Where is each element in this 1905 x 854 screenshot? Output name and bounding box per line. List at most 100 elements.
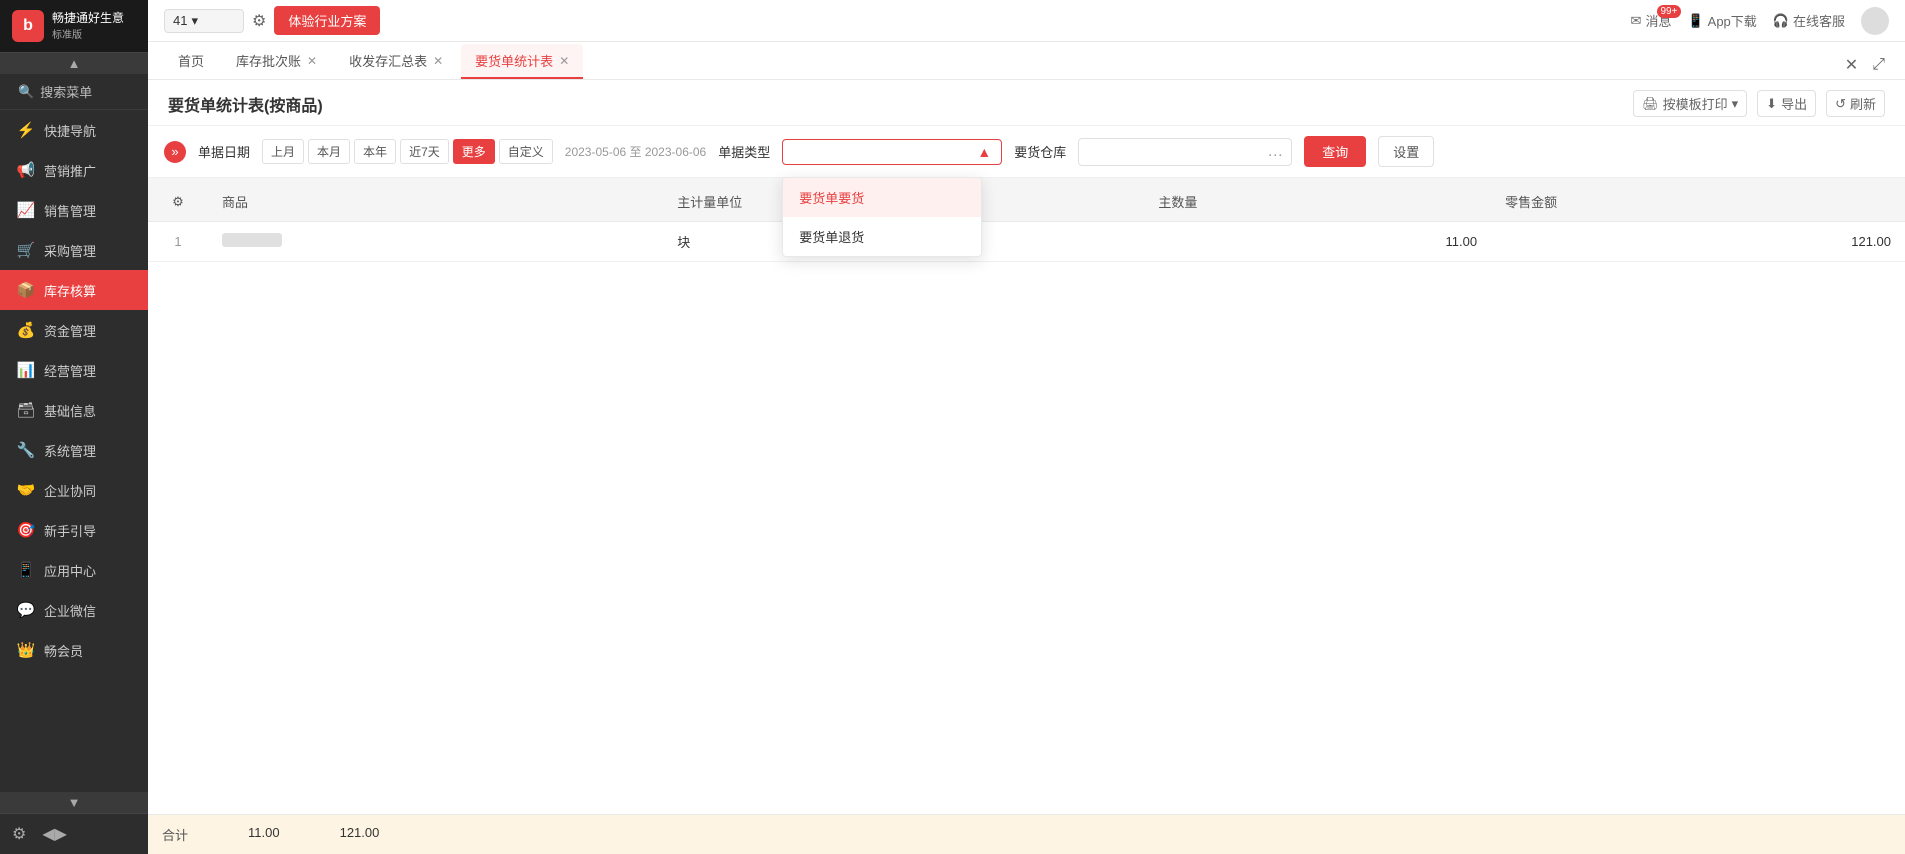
company-selector-text: 41	[173, 13, 187, 28]
sidebar-logo: b 畅捷通好生意 标准版	[0, 0, 148, 53]
table-th-qty: 主数量	[1144, 182, 1491, 222]
settings-btn[interactable]: 设置	[1378, 136, 1434, 167]
sidebar-item-label-enterprise: 企业协同	[44, 481, 96, 500]
sidebar-item-quick[interactable]: ⚡快捷导航	[0, 110, 148, 150]
date-btn-up[interactable]: 上月	[262, 139, 304, 164]
sidebar-search-label: 搜索菜单	[40, 82, 92, 101]
print-btn[interactable]: 🖨 按模板打印 ▾	[1633, 90, 1747, 117]
tab-close-requisition[interactable]: ✕	[559, 54, 569, 68]
sidebar-item-basic[interactable]: 🗃基础信息	[0, 390, 148, 430]
dropdown-option-req_order[interactable]: 要货单要货	[783, 178, 981, 217]
topbar: 41 ▾ ⚙ 体验行业方案 ✉ 消息 99+ 📱 App下载 🎧 在线客服	[148, 0, 1905, 42]
sidebar-scroll-down[interactable]: ▼	[0, 792, 148, 813]
sales-icon: 📈	[16, 200, 36, 220]
purchase-icon: 🛒	[16, 240, 36, 260]
cell-qty: 11.00	[1144, 222, 1491, 262]
footer-amount: 121.00	[340, 825, 380, 844]
tab-batch[interactable]: 库存批次账✕	[222, 44, 331, 79]
tab-requisition[interactable]: 要货单统计表 ✕	[461, 44, 583, 79]
app-download-btn[interactable]: 📱 App下载	[1687, 11, 1756, 30]
sidebar-item-purchase[interactable]: 🛒采购管理	[0, 230, 148, 270]
tabs-bar: 首页库存批次账✕收发存汇总表✕ 要货单统计表 ✕ ✕ ⤢	[148, 42, 1905, 80]
date-btn-custom[interactable]: 自定义	[499, 139, 553, 164]
messages-badge: 99+	[1657, 5, 1682, 18]
type-filter-select[interactable]: ▲	[782, 139, 1002, 165]
tabs-actions: ✕ ⤢	[1841, 51, 1889, 79]
date-range-display: 2023-05-06 至 2023-06-06	[565, 143, 706, 160]
company-selector[interactable]: 41 ▾	[164, 9, 244, 33]
industry-btn[interactable]: 体验行业方案	[274, 6, 380, 35]
page-content: 要货单统计表(按商品) 🖨 按模板打印 ▾ ⬇ 导出 ↺ 刷新	[148, 80, 1905, 854]
more-options-icon[interactable]: …	[1267, 143, 1283, 161]
tab-label-requisition: 要货单统计表	[475, 51, 553, 70]
warehouse-filter-input[interactable]: …	[1078, 138, 1292, 166]
topbar-settings-icon[interactable]: ⚙	[252, 11, 266, 31]
sidebar-item-marketing[interactable]: 📢营销推广	[0, 150, 148, 190]
date-btn-cur[interactable]: 本月	[308, 139, 350, 164]
operations-icon: 📊	[16, 360, 36, 380]
sidebar-item-finance[interactable]: 💰资金管理	[0, 310, 148, 350]
enterprise-icon: 🤝	[16, 480, 36, 500]
page-actions: 🖨 按模板打印 ▾ ⬇ 导出 ↺ 刷新	[1633, 90, 1885, 117]
table-row: 1 块 11.00 121.00	[148, 222, 1905, 262]
sidebar-collapse-icon[interactable]: ◀▶	[42, 824, 67, 844]
data-table: ⚙ 商品 主计量单位 主数量 零售金额 1 块 11.00 121.00	[148, 182, 1905, 262]
table-th-product: 商品	[208, 182, 663, 222]
search-icon: 🔍	[18, 84, 34, 100]
filter-collapse-btn[interactable]: »	[164, 141, 186, 163]
warehouse-input-field[interactable]	[1087, 144, 1263, 159]
dropdown-option-req_return[interactable]: 要货单退货	[783, 217, 981, 256]
warehouse-filter-label: 要货仓库	[1014, 142, 1066, 161]
sidebar-scroll-up[interactable]: ▲	[0, 53, 148, 74]
avatar[interactable]	[1861, 7, 1889, 35]
tab-close-receipt[interactable]: ✕	[433, 54, 443, 68]
cell-product	[208, 222, 663, 262]
print-chevron-icon: ▾	[1732, 96, 1739, 112]
date-btn-7days[interactable]: 近7天	[400, 139, 449, 164]
page-title: 要货单统计表(按商品)	[168, 92, 323, 116]
chevron-down-icon: ▾	[191, 13, 198, 29]
sidebar-item-label-operations: 经营管理	[44, 361, 96, 380]
sidebar-item-operations[interactable]: 📊 经营管理	[0, 350, 148, 390]
sidebar-item-system[interactable]: 🔧系统管理	[0, 430, 148, 470]
sidebar-item-label-finance: 资金管理	[44, 321, 96, 340]
query-btn[interactable]: 查询	[1304, 136, 1366, 167]
sidebar-item-member[interactable]: 👑畅会员	[0, 630, 148, 670]
sidebar-item-enterprise[interactable]: 🤝 企业协同	[0, 470, 148, 510]
sidebar-item-label-apps: 应用中心	[44, 561, 96, 580]
table-th-amount: 零售金额	[1491, 182, 1905, 222]
tab-label-home: 首页	[178, 51, 204, 70]
table-th-settings[interactable]: ⚙	[148, 182, 208, 222]
type-filter-input[interactable]	[793, 144, 977, 159]
date-filter-btns: 上月本月本年近7天更多自定义	[262, 139, 553, 164]
filter-area: » 单据日期 上月本月本年近7天更多自定义 2023-05-06 至 2023-…	[148, 126, 1905, 178]
app-download-label: App下载	[1708, 11, 1757, 30]
system-icon: 🔧	[16, 440, 36, 460]
expand-tab-btn[interactable]: ⤢	[1868, 52, 1889, 78]
tab-close-batch[interactable]: ✕	[307, 54, 317, 68]
online-service-btn[interactable]: 🎧 在线客服	[1773, 11, 1845, 30]
refresh-btn[interactable]: ↺ 刷新	[1826, 90, 1885, 117]
messages-btn[interactable]: ✉ 消息 99+	[1631, 11, 1672, 30]
close-tab-btn[interactable]: ✕	[1841, 51, 1862, 79]
date-btn-more[interactable]: 更多	[453, 139, 495, 164]
sidebar-item-label-guide: 新手引导	[44, 521, 96, 540]
sidebar-item-sales[interactable]: 📈销售管理	[0, 190, 148, 230]
table-footer: 合计 11.00 121.00	[148, 814, 1905, 854]
sidebar-search[interactable]: 🔍 搜索菜单	[0, 74, 148, 110]
page-header: 要货单统计表(按商品) 🖨 按模板打印 ▾ ⬇ 导出 ↺ 刷新	[148, 80, 1905, 126]
tab-home[interactable]: 首页	[164, 44, 218, 79]
sidebar-item-label-member: 畅会员	[44, 641, 83, 660]
date-btn-year[interactable]: 本年	[354, 139, 396, 164]
sidebar-item-apps[interactable]: 📱应用中心	[0, 550, 148, 590]
sidebar-item-inventory[interactable]: 📦库存核算	[0, 270, 148, 310]
collapse-icon: »	[171, 144, 178, 159]
main-content: 41 ▾ ⚙ 体验行业方案 ✉ 消息 99+ 📱 App下载 🎧 在线客服	[148, 0, 1905, 854]
export-btn[interactable]: ⬇ 导出	[1757, 90, 1816, 117]
sidebar-item-label-wechat: 企业微信	[44, 601, 96, 620]
topbar-right: ✉ 消息 99+ 📱 App下载 🎧 在线客服	[1631, 7, 1889, 35]
sidebar-item-guide[interactable]: 🎯新手引导	[0, 510, 148, 550]
sidebar-item-wechat[interactable]: 💬企业微信	[0, 590, 148, 630]
tab-receipt[interactable]: 收发存汇总表✕	[335, 44, 457, 79]
sidebar-settings-icon[interactable]: ⚙	[12, 824, 26, 844]
